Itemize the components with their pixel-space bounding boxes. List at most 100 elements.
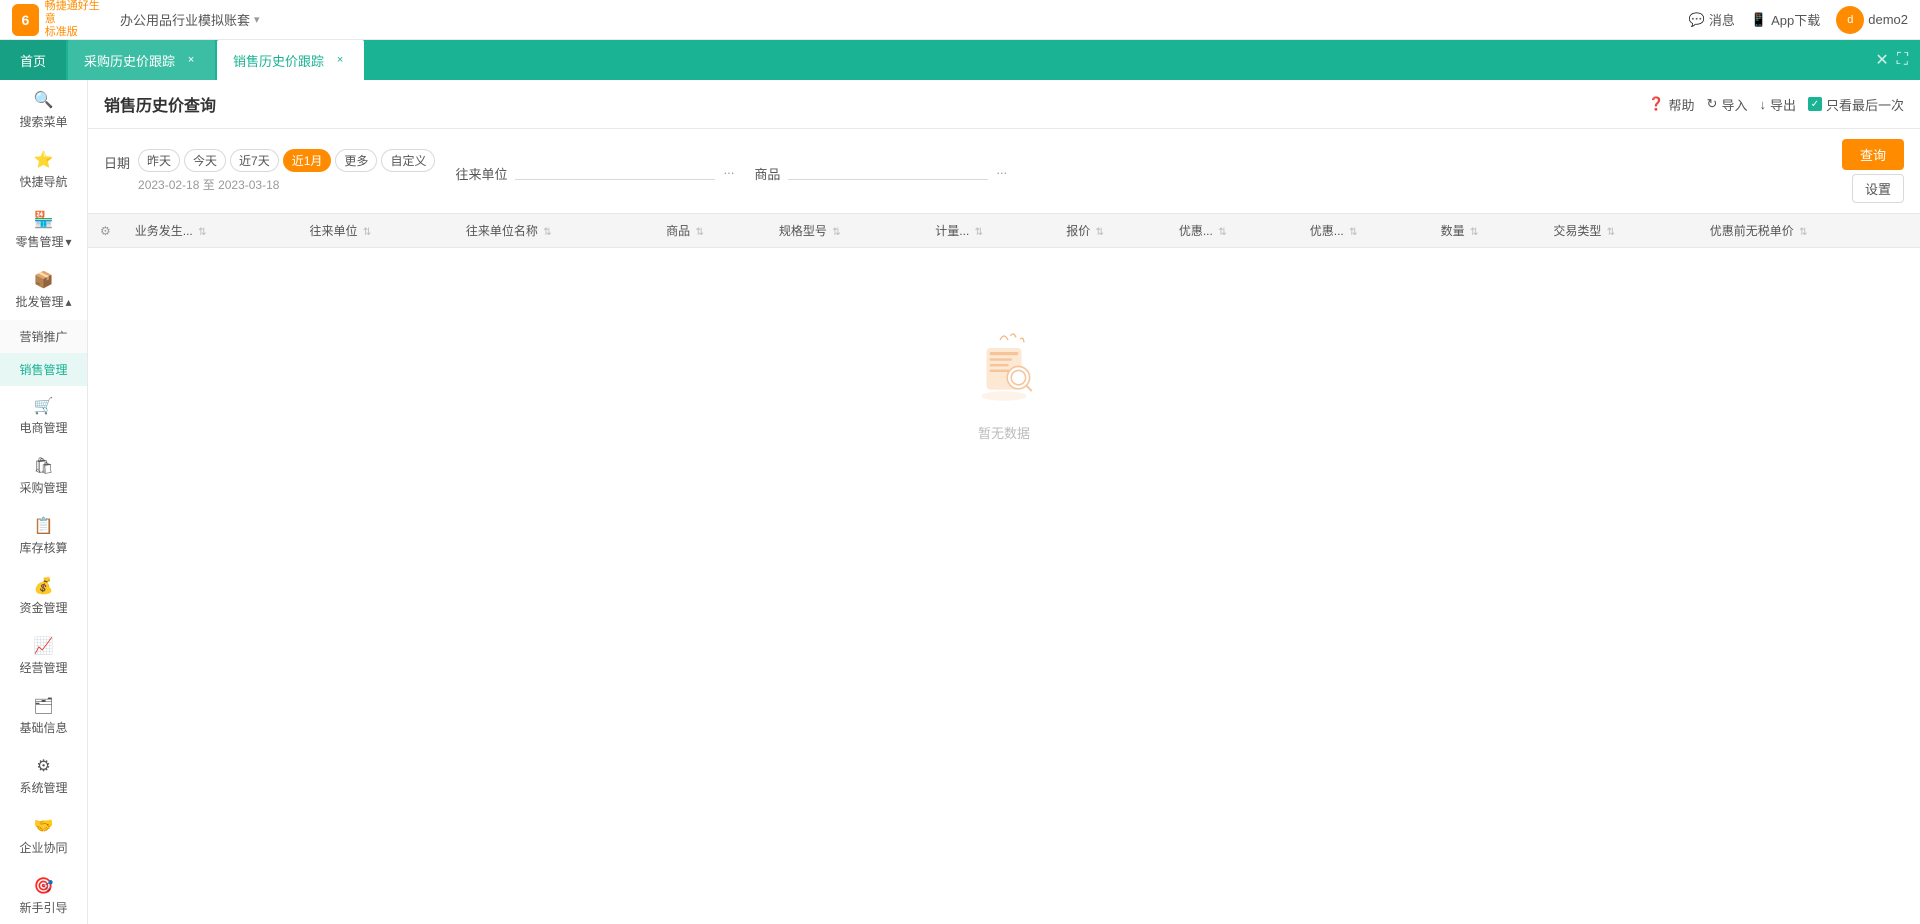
help-icon: ❓ [1648, 96, 1664, 112]
sort-icon-pretax-price: ⇅ [1799, 227, 1807, 238]
message-icon: 💬 [1689, 12, 1705, 28]
table-col-discount-amt[interactable]: 优惠... ⇅ [1298, 214, 1429, 248]
import-btn[interactable]: ↻ 导入 [1707, 95, 1748, 114]
avatar: d [1836, 6, 1864, 34]
date-buttons: 昨天 今天 近7天 近1月 更多 自定义 [138, 149, 435, 172]
date-btn-today[interactable]: 今天 [184, 149, 226, 172]
sidebar-item-wholesale[interactable]: 📦 批发管理▴ [0, 260, 87, 320]
filter-right-actions: 查询 设置 [1842, 139, 1904, 203]
only-last-checkbox-wrap[interactable]: ✓ 只看最后一次 [1808, 95, 1904, 114]
export-icon: ↓ [1759, 97, 1766, 112]
sidebar-item-ecom[interactable]: 🛒 电商管理 [0, 386, 87, 446]
date-btn-1month[interactable]: 近1月 [283, 149, 332, 172]
sort-icon-price: ⇅ [1096, 227, 1104, 238]
tab-sales-close[interactable]: × [332, 52, 348, 68]
star-icon: ⭐ [34, 150, 54, 170]
system-icon: ⚙ [36, 756, 50, 776]
sidebar-item-retail[interactable]: 🏪 零售管理▾ [0, 200, 87, 260]
query-button[interactable]: 查询 [1842, 139, 1904, 170]
date-btn-7days[interactable]: 近7天 [230, 149, 279, 172]
sidebar-item-purchase[interactable]: 🛍 采购管理 [0, 446, 87, 506]
date-btn-custom[interactable]: 自定义 [381, 149, 435, 172]
tab-bar: 首页 采购历史价跟踪 × 销售历史价跟踪 × ✕ ⛶ [0, 40, 1920, 80]
tab-purchase[interactable]: 采购历史价跟踪 × [68, 40, 215, 80]
table-col-price[interactable]: 报价 ⇅ [1054, 214, 1167, 248]
sort-icon-quantity: ⇅ [1470, 227, 1478, 238]
logo-icon: 6 [12, 4, 39, 36]
finance-icon: 💰 [34, 576, 54, 596]
sidebar-item-system[interactable]: ⚙ 系统管理 [0, 746, 87, 806]
app-selector[interactable]: 办公用品行业模拟账套 ▾ [100, 10, 1689, 29]
date-btn-yesterday[interactable]: 昨天 [138, 149, 180, 172]
export-btn[interactable]: ↓ 导出 [1759, 95, 1796, 114]
empty-state-row: 暂无数据 [88, 248, 1920, 523]
product-filter-group: 商品 ... [754, 160, 1007, 183]
date-filter-options: 昨天 今天 近7天 近1月 更多 自定义 2023-02-18 至 2023-0… [138, 149, 435, 193]
sidebar-item-biz[interactable]: 📈 经营管理 [0, 626, 87, 686]
empty-text: 暂无数据 [978, 423, 1030, 442]
product-input[interactable] [788, 160, 988, 180]
tab-purchase-close[interactable]: × [183, 52, 199, 68]
table-col-spec[interactable]: 规格型号 ⇅ [767, 214, 923, 248]
table-col-product[interactable]: 商品 ⇅ [654, 214, 767, 248]
sort-icon-unit: ⇅ [975, 227, 983, 238]
sidebar-item-sales-mgmt[interactable]: 销售管理 [0, 353, 87, 386]
retail-arrow: ▾ [65, 235, 71, 249]
sidebar-item-search[interactable]: 🔍 搜索菜单 [0, 80, 87, 140]
empty-illustration [964, 328, 1044, 411]
main-layout: 🔍 搜索菜单 ⭐ 快捷导航 🏪 零售管理▾ 📦 批发管理▴ 营销推广 销售管理 … [0, 80, 1920, 924]
purchase-icon: 🛍 [33, 456, 53, 476]
top-right-actions: 💬 消息 📱 App下载 d demo2 [1689, 6, 1908, 34]
sidebar-item-enterprise[interactable]: 🤝 企业协同 [0, 806, 87, 866]
app-name-text: 办公用品行业模拟账套 [120, 10, 250, 29]
sort-icon-trade-type: ⇅ [1607, 227, 1615, 238]
partner-input[interactable] [515, 160, 715, 180]
app-download-btn[interactable]: 📱 App下载 [1751, 10, 1820, 29]
table-col-trade-type[interactable]: 交易类型 ⇅ [1541, 214, 1697, 248]
table-col-discount-rate[interactable]: 优惠... ⇅ [1167, 214, 1298, 248]
table-col-unit[interactable]: 计量... ⇅ [923, 214, 1054, 248]
top-bar: 6 畅捷通好生意 标准版 办公用品行业模拟账套 ▾ 💬 消息 📱 App下载 d… [0, 0, 1920, 40]
app-selector-chevron: ▾ [254, 13, 260, 26]
partner-filter-label: 往来单位 [455, 164, 507, 183]
message-btn[interactable]: 💬 消息 [1689, 10, 1735, 29]
empty-state: 暂无数据 [88, 248, 1920, 522]
date-btn-more[interactable]: 更多 [335, 149, 377, 172]
enterprise-icon: 🤝 [34, 816, 54, 836]
tab-bar-controls: ✕ ⛶ [1875, 50, 1920, 70]
table-body: 暂无数据 [88, 248, 1920, 523]
sort-icon-partner-name: ⇅ [543, 227, 551, 238]
download-icon: 📱 [1751, 12, 1767, 28]
help-btn[interactable]: ❓ 帮助 [1648, 95, 1694, 114]
table-col-biz-date[interactable]: 业务发生... ⇅ [123, 214, 298, 248]
only-last-checkbox[interactable]: ✓ [1808, 97, 1822, 111]
guide-icon: 🎯 [34, 876, 54, 896]
sidebar-item-basics[interactable]: 🗂 基础信息 [0, 686, 87, 746]
table-settings-icon[interactable]: ⚙ [100, 224, 111, 238]
product-input-dots: ... [996, 162, 1007, 177]
table-col-quantity[interactable]: 数量 ⇅ [1429, 214, 1542, 248]
sidebar-item-quick[interactable]: ⭐ 快捷导航 [0, 140, 87, 200]
filter-bar: 日期 昨天 今天 近7天 近1月 更多 自定义 2023-02-18 至 202… [88, 129, 1920, 214]
partner-filter-group: 往来单位 ... [455, 160, 734, 183]
table-col-pretax-price[interactable]: 优惠前无税单价 ⇅ [1698, 214, 1920, 248]
sidebar-item-guide[interactable]: 🎯 新手引导 [0, 866, 87, 924]
search-icon: 🔍 [34, 90, 54, 110]
table-col-settings[interactable]: ⚙ [88, 214, 123, 248]
tab-sales[interactable]: 销售历史价跟踪 × [217, 40, 364, 80]
user-menu[interactable]: d demo2 [1836, 6, 1908, 34]
sidebar-item-inventory[interactable]: 📋 库存核算 [0, 506, 87, 566]
sidebar-item-marketing[interactable]: 营销推广 [0, 320, 87, 353]
table-col-partner-name[interactable]: 往来单位名称 ⇅ [454, 214, 654, 248]
tab-fullscreen-btn[interactable]: ⛶ [1897, 51, 1908, 69]
sidebar-item-finance[interactable]: 💰 资金管理 [0, 566, 87, 626]
table-header-row: ⚙ 业务发生... ⇅ 往来单位 ⇅ 往来单位名称 ⇅ [88, 214, 1920, 248]
tab-close-all-btn[interactable]: ✕ [1875, 50, 1888, 70]
sidebar-sub-marketing: 营销推广 销售管理 [0, 320, 87, 386]
setting-button[interactable]: 设置 [1852, 174, 1904, 203]
tab-home[interactable]: 首页 [0, 40, 66, 80]
product-input-wrap: ... [788, 160, 1007, 180]
logo-text: 畅捷通好生意 标准版 [45, 0, 100, 39]
import-icon: ↻ [1707, 96, 1718, 112]
table-col-partner-code[interactable]: 往来单位 ⇅ [297, 214, 453, 248]
